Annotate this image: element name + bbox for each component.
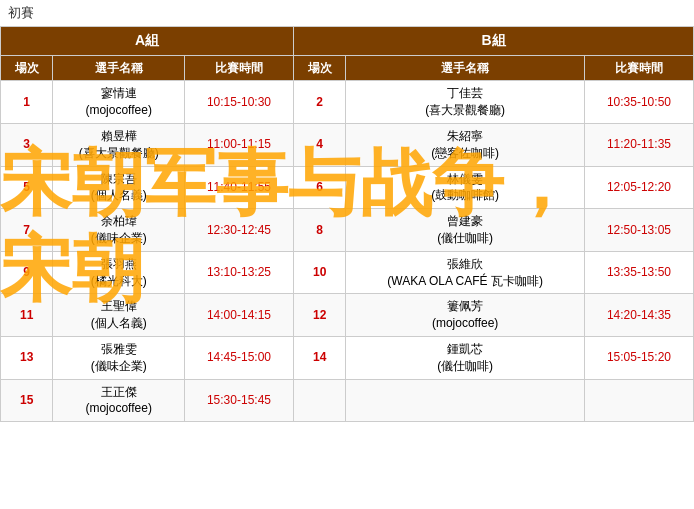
col-time-b: 比賽時間: [584, 55, 693, 81]
player-a: 張羽燕(橘光科大): [53, 251, 185, 294]
player-b: [346, 379, 585, 422]
time-b: 11:20-11:35: [584, 123, 693, 166]
time-a: 12:30-12:45: [184, 209, 293, 252]
match-num-b: 4: [294, 123, 346, 166]
table-row: 1寥情連(mojocoffee)10:15-10:302丁佳芸(喜大景觀餐廳)1…: [1, 81, 694, 124]
time-b: 12:05-12:20: [584, 166, 693, 209]
table-row: 7余柏瑋(儀味企業)12:30-12:458曾建豪(儀仕咖啡)12:50-13:…: [1, 209, 694, 252]
match-num-a: 5: [1, 166, 53, 209]
col-match-b: 場次: [294, 55, 346, 81]
player-a: 寥情連(mojocoffee): [53, 81, 185, 124]
col-player-a: 選手名稱: [53, 55, 185, 81]
player-b: 簍佩芳(mojocoffee): [346, 294, 585, 337]
match-num-b: 8: [294, 209, 346, 252]
page-title: 初賽: [0, 0, 694, 26]
time-b: 14:20-14:35: [584, 294, 693, 337]
match-num-a: 15: [1, 379, 53, 422]
table-row: 13張雅雯(儀味企業)14:45-15:0014鍾凱芯(儀仕咖啡)15:05-1…: [1, 336, 694, 379]
col-player-b: 選手名稱: [346, 55, 585, 81]
match-num-b: 10: [294, 251, 346, 294]
schedule-table: A組 B組 場次 選手名稱 比賽時間 場次 選手名稱 比賽時間 1寥情連(moj…: [0, 26, 694, 422]
time-a: 11:40-11:55: [184, 166, 293, 209]
player-a: 陳宗吾(個人名義): [53, 166, 185, 209]
player-b: 曾建豪(儀仕咖啡): [346, 209, 585, 252]
time-a: 14:45-15:00: [184, 336, 293, 379]
player-b: 朱紹寧(戀客佐咖啡): [346, 123, 585, 166]
time-a: 15:30-15:45: [184, 379, 293, 422]
match-num-a: 9: [1, 251, 53, 294]
match-num-b: [294, 379, 346, 422]
col-match-a: 場次: [1, 55, 53, 81]
time-b: 12:50-13:05: [584, 209, 693, 252]
player-a: 王正傑(mojocoffee): [53, 379, 185, 422]
match-num-a: 7: [1, 209, 53, 252]
match-num-b: 6: [294, 166, 346, 209]
group-a-header: A組: [1, 27, 294, 56]
player-a: 余柏瑋(儀味企業): [53, 209, 185, 252]
col-time-a: 比賽時間: [184, 55, 293, 81]
player-a: 王聖偉(個人名義): [53, 294, 185, 337]
table-row: 9張羽燕(橘光科大)13:10-13:2510張維欣(WAKA OLA CAFÉ…: [1, 251, 694, 294]
time-a: 11:00-11:15: [184, 123, 293, 166]
player-b: 丁佳芸(喜大景觀餐廳): [346, 81, 585, 124]
player-a: 張雅雯(儀味企業): [53, 336, 185, 379]
time-a: 14:00-14:15: [184, 294, 293, 337]
time-b: [584, 379, 693, 422]
player-a: 賴昱樺(喜大景觀餐廳): [53, 123, 185, 166]
match-num-b: 14: [294, 336, 346, 379]
player-b: 林儀雯(鼓動咖啡館): [346, 166, 585, 209]
player-b: 張維欣(WAKA OLA CAFÉ 瓦卡咖啡): [346, 251, 585, 294]
time-b: 13:35-13:50: [584, 251, 693, 294]
match-num-a: 13: [1, 336, 53, 379]
time-a: 13:10-13:25: [184, 251, 293, 294]
player-b: 鍾凱芯(儀仕咖啡): [346, 336, 585, 379]
table-row: 11王聖偉(個人名義)14:00-14:1512簍佩芳(mojocoffee)1…: [1, 294, 694, 337]
match-num-a: 11: [1, 294, 53, 337]
table-row: 3賴昱樺(喜大景觀餐廳)11:00-11:154朱紹寧(戀客佐咖啡)11:20-…: [1, 123, 694, 166]
table-row: 15王正傑(mojocoffee)15:30-15:45: [1, 379, 694, 422]
match-num-a: 1: [1, 81, 53, 124]
table-row: 5陳宗吾(個人名義)11:40-11:556林儀雯(鼓動咖啡館)12:05-12…: [1, 166, 694, 209]
match-num-b: 2: [294, 81, 346, 124]
group-b-header: B組: [294, 27, 694, 56]
match-num-a: 3: [1, 123, 53, 166]
time-a: 10:15-10:30: [184, 81, 293, 124]
match-num-b: 12: [294, 294, 346, 337]
time-b: 10:35-10:50: [584, 81, 693, 124]
time-b: 15:05-15:20: [584, 336, 693, 379]
